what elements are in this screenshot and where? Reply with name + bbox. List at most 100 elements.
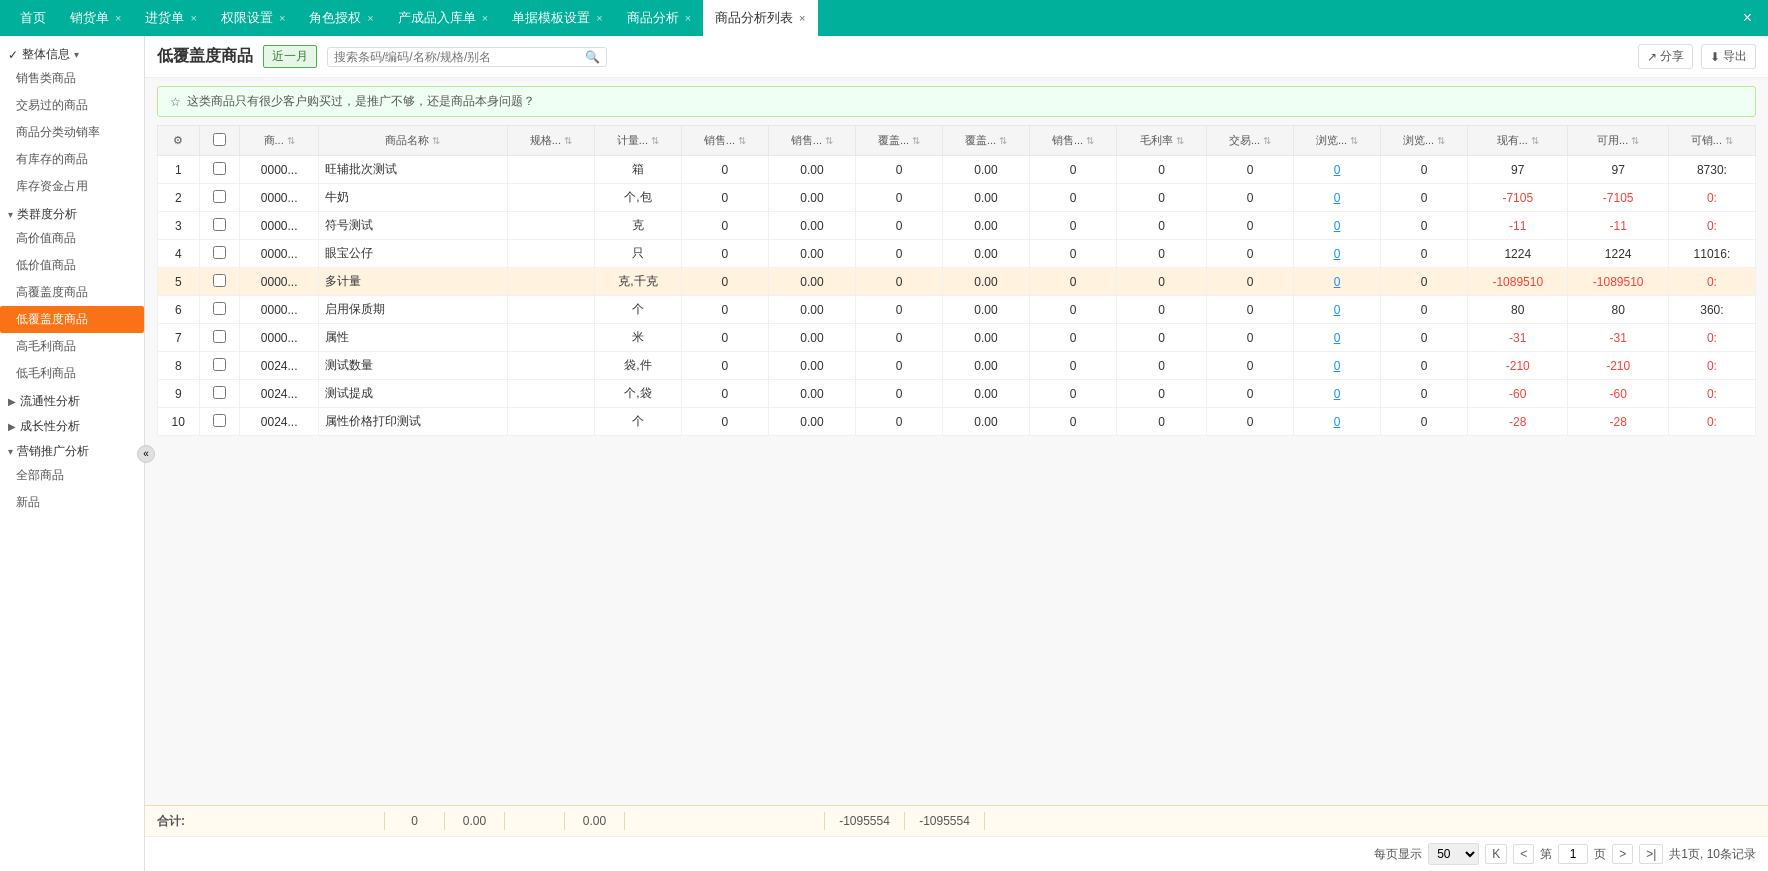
row-browse1[interactable]: 0 [1294, 212, 1381, 240]
col-cover2[interactable]: 覆盖... ⇅ [943, 126, 1030, 156]
sidebar-item-category-rate[interactable]: 商品分类动销率 [0, 119, 144, 146]
row-browse1[interactable]: 0 [1294, 352, 1381, 380]
row-checkbox[interactable] [199, 268, 240, 296]
col-sellable[interactable]: 可销... ⇅ [1668, 126, 1755, 156]
col-checkbox[interactable] [199, 126, 240, 156]
sidebar-section-quality[interactable]: ▾ 类群度分析 [0, 200, 144, 225]
sidebar-item-low-margin[interactable]: 低毛利商品 [0, 360, 144, 387]
row-browse1[interactable]: 0 [1294, 380, 1381, 408]
search-box[interactable]: 🔍 [327, 47, 607, 67]
nav-tab-analysis[interactable]: 商品分析 × [615, 0, 703, 36]
col-browse2[interactable]: 浏览... ⇅ [1381, 126, 1468, 156]
col-gross-margin[interactable]: 毛利率 ⇅ [1117, 126, 1207, 156]
row-select-checkbox[interactable] [213, 162, 226, 175]
sidebar-item-high-value[interactable]: 高价值商品 [0, 225, 144, 252]
row-checkbox[interactable] [199, 156, 240, 184]
export-button[interactable]: ⬇ 导出 [1701, 44, 1756, 69]
sidebar-item-stock-capital[interactable]: 库存资金占用 [0, 173, 144, 200]
nav-tab-purchase[interactable]: 进货单 × [133, 0, 208, 36]
row-checkbox[interactable] [199, 380, 240, 408]
sidebar-collapse-btn[interactable]: « [137, 445, 155, 463]
close-icon[interactable]: × [190, 0, 196, 36]
nav-tab-templates[interactable]: 单据模板设置 × [500, 0, 614, 36]
nav-tab-home[interactable]: 首页 [8, 0, 58, 36]
close-icon[interactable]: × [799, 0, 805, 36]
sidebar-item-low-coverage[interactable]: 低覆盖度商品 [0, 306, 144, 333]
nav-tab-sales[interactable]: 销货单 × [58, 0, 133, 36]
row-select-checkbox[interactable] [213, 302, 226, 315]
col-settings[interactable]: ⚙ [158, 126, 200, 156]
row-checkbox[interactable] [199, 212, 240, 240]
row-browse1[interactable]: 0 [1294, 268, 1381, 296]
share-button[interactable]: ↗ 分享 [1638, 44, 1693, 69]
sidebar-item-high-margin[interactable]: 高毛利商品 [0, 333, 144, 360]
row-browse1[interactable]: 0 [1294, 156, 1381, 184]
next-page-btn[interactable]: > [1612, 844, 1633, 864]
row-select-checkbox[interactable] [213, 246, 226, 259]
sidebar-section-overall[interactable]: ✓ 整体信息 ▾ [0, 40, 144, 65]
last-page-btn[interactable]: >| [1639, 844, 1663, 864]
row-select-checkbox[interactable] [213, 386, 226, 399]
row-select-checkbox[interactable] [213, 274, 226, 287]
sidebar-item-high-coverage[interactable]: 高覆盖度商品 [0, 279, 144, 306]
close-icon[interactable]: × [596, 0, 602, 36]
row-checkbox[interactable] [199, 240, 240, 268]
row-checkbox[interactable] [199, 184, 240, 212]
first-page-btn[interactable]: K [1485, 844, 1507, 864]
close-icon[interactable]: × [482, 0, 488, 36]
col-spec[interactable]: 规格... ⇅ [507, 126, 594, 156]
col-unit[interactable]: 计量... ⇅ [594, 126, 681, 156]
row-select-checkbox[interactable] [213, 414, 226, 427]
select-all-checkbox[interactable] [213, 133, 226, 146]
row-select-checkbox[interactable] [213, 358, 226, 371]
row-available: -7105 [1568, 184, 1668, 212]
current-page-input[interactable] [1558, 844, 1588, 864]
sidebar-section-growth[interactable]: ▶ 成长性分析 [0, 412, 144, 437]
row-select-checkbox[interactable] [213, 330, 226, 343]
row-cover2: 0.00 [943, 296, 1030, 324]
col-current[interactable]: 现有... ⇅ [1468, 126, 1568, 156]
sidebar-item-in-stock[interactable]: 有库存的商品 [0, 146, 144, 173]
row-browse1[interactable]: 0 [1294, 296, 1381, 324]
sidebar-item-traded-goods[interactable]: 交易过的商品 [0, 92, 144, 119]
col-sales-qty[interactable]: 销售... ⇅ [681, 126, 768, 156]
page-size-select[interactable]: 50 20 100 200 [1428, 843, 1479, 865]
col-cover1[interactable]: 覆盖... ⇅ [856, 126, 943, 156]
col-name[interactable]: 商品名称 ⇅ [318, 126, 507, 156]
row-checkbox[interactable] [199, 408, 240, 436]
col-code[interactable]: 商... ⇅ [240, 126, 318, 156]
col-trade[interactable]: 交易... ⇅ [1207, 126, 1294, 156]
sidebar-section-flow[interactable]: ▶ 流通性分析 [0, 387, 144, 412]
nav-tab-products[interactable]: 产成品入库单 × [386, 0, 500, 36]
close-icon[interactable]: × [367, 0, 373, 36]
col-browse1[interactable]: 浏览... ⇅ [1294, 126, 1381, 156]
sidebar-item-low-value[interactable]: 低价值商品 [0, 252, 144, 279]
nav-close-btn[interactable]: × [1735, 9, 1760, 27]
period-button[interactable]: 近一月 [263, 45, 317, 68]
sidebar-section-marketing[interactable]: ▾ 营销推广分析 [0, 437, 144, 462]
row-browse1[interactable]: 0 [1294, 324, 1381, 352]
nav-tab-permissions[interactable]: 权限设置 × [209, 0, 297, 36]
search-input[interactable] [334, 50, 585, 64]
row-select-checkbox[interactable] [213, 218, 226, 231]
close-icon[interactable]: × [115, 0, 121, 36]
sidebar-item-sales-goods[interactable]: 销售类商品 [0, 65, 144, 92]
col-sales-amt[interactable]: 销售... ⇅ [768, 126, 855, 156]
sidebar-item-new-goods[interactable]: 新品 [0, 489, 144, 516]
row-browse1[interactable]: 0 [1294, 240, 1381, 268]
row-checkbox[interactable] [199, 324, 240, 352]
nav-tab-roles[interactable]: 角色授权 × [297, 0, 385, 36]
row-checkbox[interactable] [199, 296, 240, 324]
close-icon[interactable]: × [685, 0, 691, 36]
row-select-checkbox[interactable] [213, 190, 226, 203]
nav-tab-analysis-list[interactable]: 商品分析列表 × [703, 0, 817, 36]
col-available[interactable]: 可用... ⇅ [1568, 126, 1668, 156]
row-checkbox[interactable] [199, 352, 240, 380]
sidebar-item-all-goods[interactable]: 全部商品 [0, 462, 144, 489]
col-sales3[interactable]: 销售... ⇅ [1030, 126, 1117, 156]
row-browse1[interactable]: 0 [1294, 408, 1381, 436]
close-icon[interactable]: × [279, 0, 285, 36]
row-sales-qty: 0 [681, 184, 768, 212]
row-browse1[interactable]: 0 [1294, 184, 1381, 212]
prev-page-btn[interactable]: < [1513, 844, 1534, 864]
